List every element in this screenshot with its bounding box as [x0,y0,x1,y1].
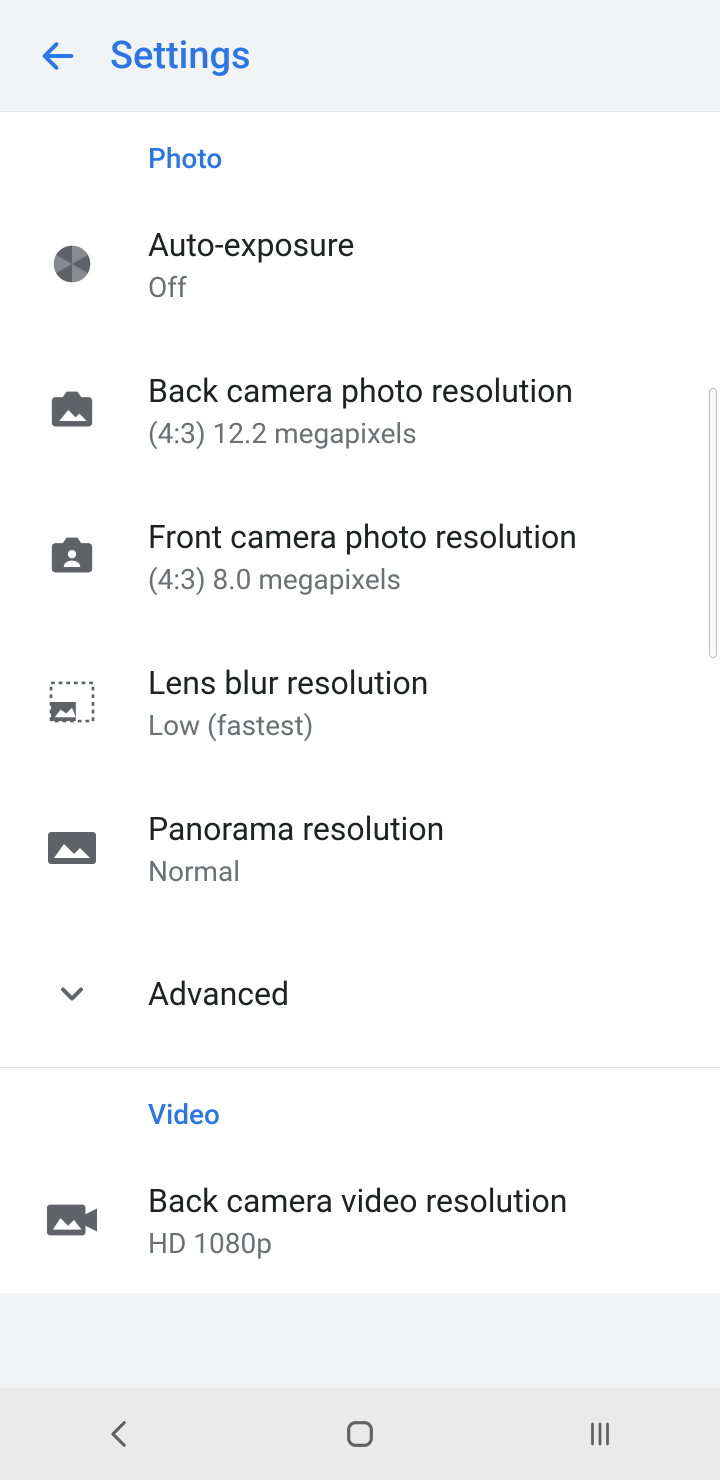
nav-back-button[interactable] [60,1404,180,1464]
scrollbar[interactable] [709,388,717,658]
aperture-icon [44,236,100,292]
setting-title: Auto-exposure [148,225,354,265]
page-title: Settings [110,34,251,78]
setting-sub: Low (fastest) [148,709,428,742]
setting-panorama-resolution[interactable]: Panorama resolution Normal [0,775,720,921]
nav-back-icon [103,1417,137,1451]
setting-title: Back camera photo resolution [148,371,573,411]
setting-advanced[interactable]: Advanced [0,921,720,1067]
setting-sub: Normal [148,855,444,888]
camera-person-icon [44,528,100,584]
image-dotted-icon [44,674,100,730]
arrow-back-icon [38,36,78,76]
setting-title: Back camera video resolution [148,1181,567,1221]
setting-title: Advanced [148,974,289,1014]
nav-home-button[interactable] [300,1404,420,1464]
setting-auto-exposure[interactable]: Auto-exposure Off [0,191,720,337]
system-navbar [0,1388,720,1480]
setting-title: Front camera photo resolution [148,517,577,557]
setting-back-photo-resolution[interactable]: Back camera photo resolution (4:3) 12.2 … [0,337,720,483]
setting-sub: Off [148,271,354,304]
setting-title: Panorama resolution [148,809,444,849]
setting-title: Lens blur resolution [148,663,428,703]
section-header-video: Video [0,1068,720,1147]
setting-sub: (4:3) 8.0 megapixels [148,563,577,596]
video-landscape-icon [44,1192,100,1248]
nav-home-icon [343,1417,377,1451]
back-button[interactable] [36,34,80,78]
setting-sub: HD 1080p [148,1227,567,1260]
camera-landscape-icon [44,382,100,438]
panorama-icon [44,820,100,876]
nav-recents-button[interactable] [540,1404,660,1464]
setting-back-video-resolution[interactable]: Back camera video resolution HD 1080p [0,1147,720,1293]
appbar: Settings [0,0,720,112]
section-header-photo: Photo [0,112,720,191]
setting-lens-blur-resolution[interactable]: Lens blur resolution Low (fastest) [0,629,720,775]
nav-recents-icon [585,1419,615,1449]
settings-list: Photo Auto-exposure Off Back camera phot… [0,112,720,1293]
chevron-down-icon [44,966,100,1022]
setting-front-photo-resolution[interactable]: Front camera photo resolution (4:3) 8.0 … [0,483,720,629]
setting-sub: (4:3) 12.2 megapixels [148,417,573,450]
